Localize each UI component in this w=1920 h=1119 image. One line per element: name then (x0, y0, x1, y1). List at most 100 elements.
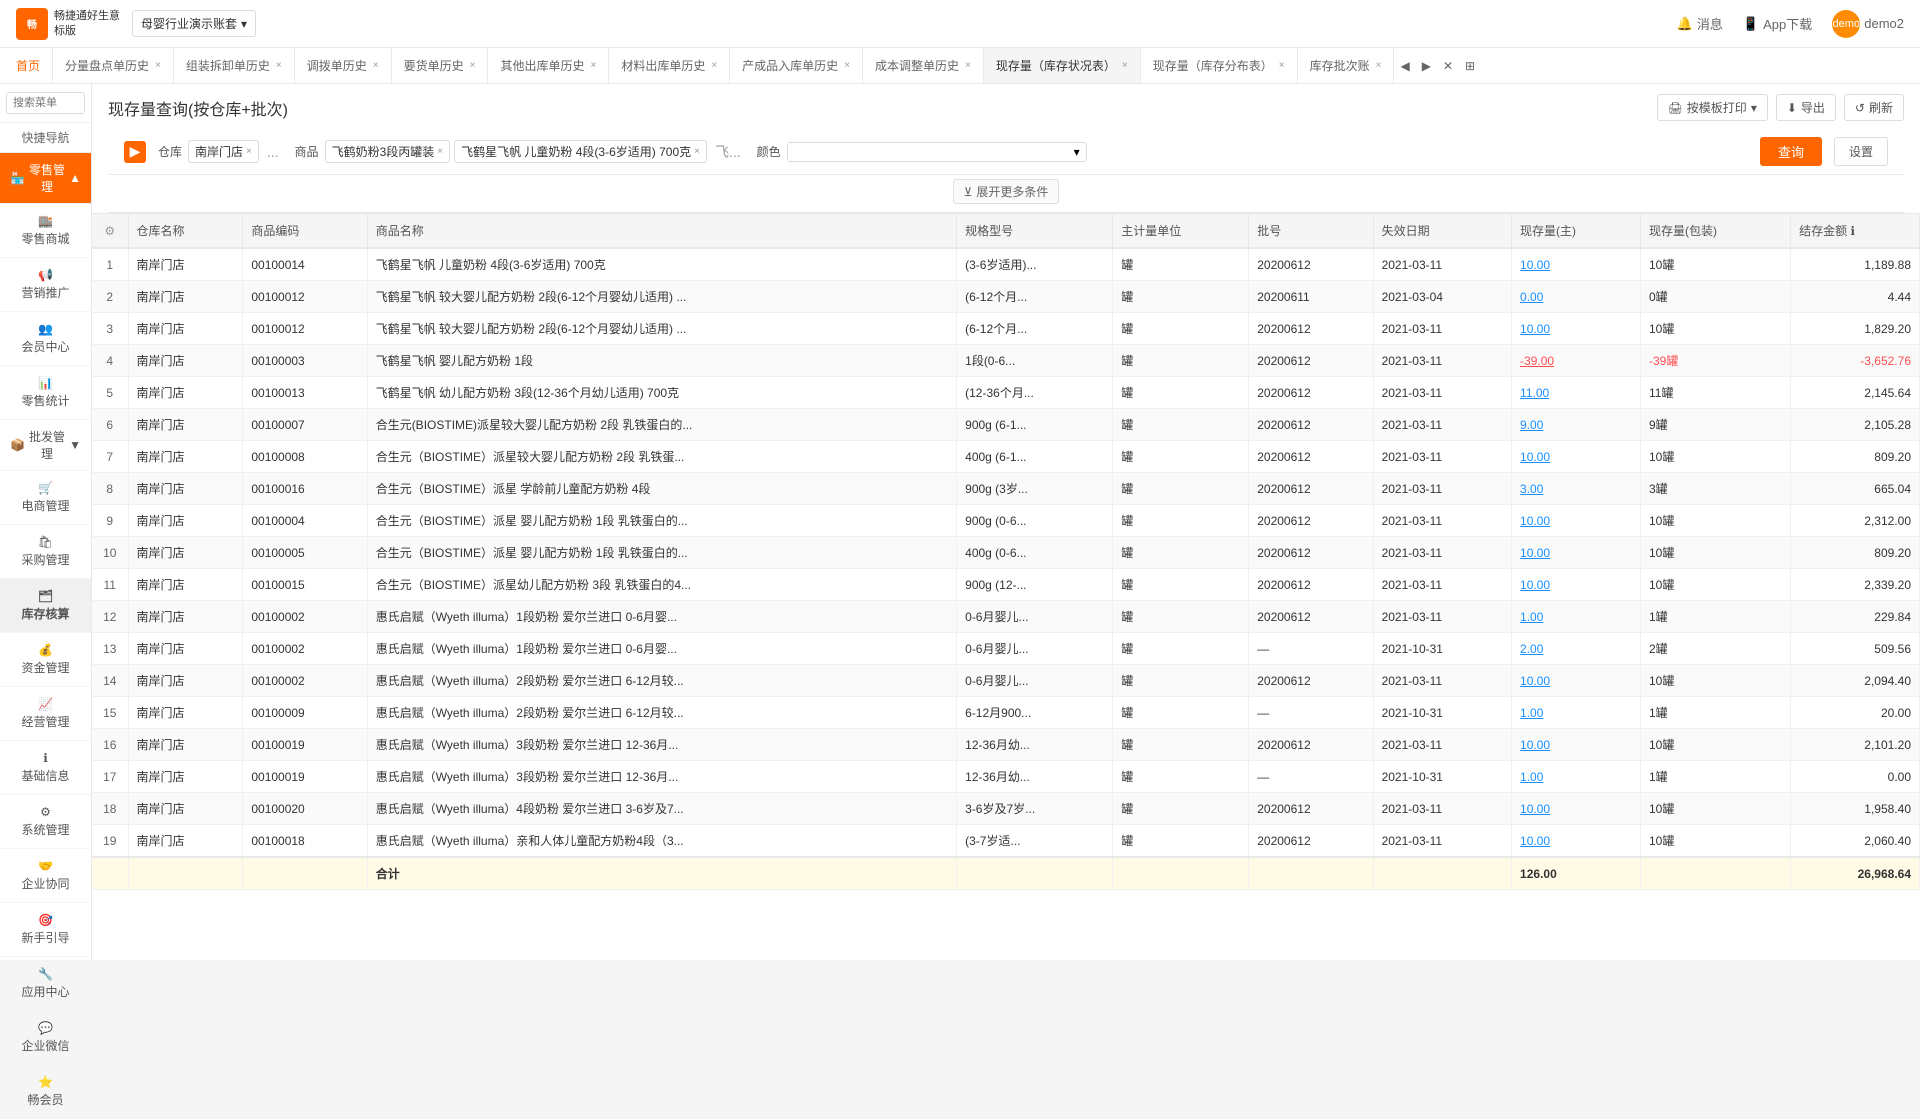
cell-code: 00100002 (243, 665, 367, 697)
warehouse-filter-more[interactable]: ... (263, 144, 283, 160)
th-gear[interactable]: ⚙ (92, 214, 128, 248)
expand-more-button[interactable]: ⊻ 展开更多条件 (953, 179, 1060, 204)
message-button[interactable]: 🔔 消息 (1677, 14, 1723, 33)
sidebar-item-inventory[interactable]: 🗂 库存核算 (0, 579, 91, 633)
sidebar-item-member-plus[interactable]: ⭐ 畅会员 (0, 1065, 91, 1119)
company-dropdown[interactable]: 母婴行业演示账套 ▾ (132, 10, 256, 37)
product-tag-2[interactable]: 飞鹤星飞帆 儿童奶粉 4段(3-6岁适用) 700克 × (454, 140, 707, 163)
user-profile[interactable]: demo demo2 (1832, 10, 1904, 38)
cell-stock-main[interactable]: 0.00 (1512, 281, 1641, 313)
cell-stock-pkg: 1罐 (1641, 601, 1791, 633)
cell-stock-main[interactable]: 10.00 (1512, 248, 1641, 281)
cell-batch: — (1249, 697, 1373, 729)
tab-more-btn[interactable]: ⊞ (1459, 48, 1481, 84)
refresh-button[interactable]: ↺ 刷新 (1844, 94, 1904, 121)
tab-close-4[interactable]: × (470, 60, 476, 71)
tab-close-2[interactable]: × (276, 60, 282, 71)
sidebar-item-finance[interactable]: 💰 资金管理 (0, 633, 91, 687)
product-filter-label: 商品 (295, 143, 319, 160)
tab-3[interactable]: 调拨单历史 × (295, 48, 392, 84)
tab-1[interactable]: 分量盘点单历史 × (53, 48, 174, 84)
th-amount: 结存金额 ℹ (1791, 214, 1920, 248)
sidebar-item-enterprise[interactable]: 🤝 企业协同 (0, 849, 91, 903)
cell-stock-main[interactable]: 10.00 (1512, 441, 1641, 473)
tab-7[interactable]: 产成品入库单历史 × (730, 48, 863, 84)
tab-next-btn[interactable]: ▶ (1416, 48, 1437, 84)
sidebar-quick-nav[interactable]: 快捷导航 (0, 123, 91, 153)
cell-stock-main[interactable]: 10.00 (1512, 505, 1641, 537)
tab-close-1[interactable]: × (155, 60, 161, 71)
color-filter-input[interactable]: ▾ (787, 142, 1087, 162)
product-tag-2-close[interactable]: × (694, 146, 700, 157)
cell-batch: 20200612 (1249, 793, 1373, 825)
cell-stock-main[interactable]: 10.00 (1512, 537, 1641, 569)
settings-button[interactable]: 设置 (1834, 137, 1888, 166)
cell-stock-main[interactable]: -39.00 (1512, 345, 1641, 377)
sidebar-item-retail-stats[interactable]: 📊 零售统计 (0, 366, 91, 420)
tab-home[interactable]: 首页 (4, 48, 53, 84)
summary-empty (128, 857, 243, 890)
filter-expand-button[interactable]: ▶ (124, 141, 146, 163)
cell-amount: 0.00 (1791, 761, 1920, 793)
cell-warehouse: 南岸门店 (128, 505, 243, 537)
sidebar-item-wholesale[interactable]: 📦 批发管理 ▼ (0, 420, 91, 471)
cell-stock-main[interactable]: 1.00 (1512, 601, 1641, 633)
app-download-button[interactable]: 📱 App下载 (1743, 14, 1812, 33)
tab-close-3[interactable]: × (373, 60, 379, 71)
tab-prev-btn[interactable]: ◀ (1394, 48, 1415, 84)
tab-4[interactable]: 要货单历史 × (392, 48, 489, 84)
cell-stock-main[interactable]: 2.00 (1512, 633, 1641, 665)
cell-stock-main[interactable]: 10.00 (1512, 665, 1641, 697)
tab-11[interactable]: 库存批次账 × (1298, 48, 1395, 84)
sidebar-item-operations[interactable]: 📈 经营管理 (0, 687, 91, 741)
tab-close-8[interactable]: × (965, 60, 971, 71)
warehouse-tag-close[interactable]: × (246, 146, 252, 157)
sidebar-item-ecommerce[interactable]: 🛒 电商管理 (0, 471, 91, 525)
sidebar-item-system[interactable]: ⚙ 系统管理 (0, 795, 91, 849)
tab-close-5[interactable]: × (590, 60, 596, 71)
cell-stock-main[interactable]: 10.00 (1512, 729, 1641, 761)
print-button[interactable]: 🖨 按模板打印 ▾ (1657, 94, 1768, 121)
tab-close-current[interactable]: ✕ (1437, 48, 1459, 84)
tab-close-10[interactable]: × (1279, 60, 1285, 71)
cell-spec: (3-6岁适用)... (957, 248, 1113, 281)
product-tag-1-close[interactable]: × (437, 146, 443, 157)
sidebar-item-wechat[interactable]: 💬 企业微信 (0, 1011, 91, 1065)
sidebar-item-marketing[interactable]: 📢 营销推广 (0, 258, 91, 312)
tab-6[interactable]: 材料出库单历史 × (609, 48, 730, 84)
query-button[interactable]: 查询 (1760, 137, 1822, 166)
cell-stock-main[interactable]: 10.00 (1512, 793, 1641, 825)
warehouse-tag[interactable]: 南岸门店 × (188, 140, 259, 163)
sidebar-item-basic-info[interactable]: ℹ 基础信息 (0, 741, 91, 795)
sidebar-item-guide[interactable]: 🎯 新手引导 (0, 903, 91, 957)
export-button[interactable]: ⬇ 导出 (1776, 94, 1836, 121)
sidebar-item-app-center[interactable]: 🔧 应用中心 (0, 957, 91, 1011)
tab-9[interactable]: 现存量（库存状况表） × (984, 48, 1141, 84)
search-input[interactable] (6, 92, 85, 114)
tab-5[interactable]: 其他出库单历史 × (488, 48, 609, 84)
cell-stock-main[interactable]: 3.00 (1512, 473, 1641, 505)
tab-close-9[interactable]: × (1122, 60, 1128, 71)
product-more-tag[interactable]: 飞... (711, 142, 745, 162)
sidebar-item-retail-store[interactable]: 🏬 零售商城 (0, 204, 91, 258)
cell-name: 惠氏启赋（Wyeth illuma）2段奶粉 爱尔兰进口 6-12月较... (367, 665, 956, 697)
tab-8[interactable]: 成本调整单历史 × (863, 48, 984, 84)
tab-close-11[interactable]: × (1376, 60, 1382, 71)
cell-stock-main[interactable]: 10.00 (1512, 313, 1641, 345)
tab-10[interactable]: 现存量（库存分布表） × (1141, 48, 1298, 84)
sidebar-item-icon: 🗂 (38, 589, 53, 603)
sidebar-item-member[interactable]: 👥 会员中心 (0, 312, 91, 366)
cell-stock-main[interactable]: 10.00 (1512, 569, 1641, 601)
tab-close-6[interactable]: × (711, 60, 717, 71)
cell-stock-main[interactable]: 1.00 (1512, 697, 1641, 729)
cell-stock-main[interactable]: 10.00 (1512, 825, 1641, 858)
cell-stock-main[interactable]: 9.00 (1512, 409, 1641, 441)
cell-stock-main[interactable]: 1.00 (1512, 761, 1641, 793)
tab-2[interactable]: 组装拆卸单历史 × (174, 48, 295, 84)
sidebar-item-retail-management[interactable]: 🏪 零售管理 ▲ (0, 153, 91, 204)
tab-close-7[interactable]: × (844, 60, 850, 71)
product-tag-1[interactable]: 飞鹤奶粉3段丙罐装 × (325, 140, 451, 163)
cell-name: 飞鹤星飞帆 较大婴儿配方奶粉 2段(6-12个月婴幼儿适用) ... (367, 313, 956, 345)
cell-stock-main[interactable]: 11.00 (1512, 377, 1641, 409)
sidebar-item-purchase[interactable]: 🛍 采购管理 (0, 525, 91, 579)
